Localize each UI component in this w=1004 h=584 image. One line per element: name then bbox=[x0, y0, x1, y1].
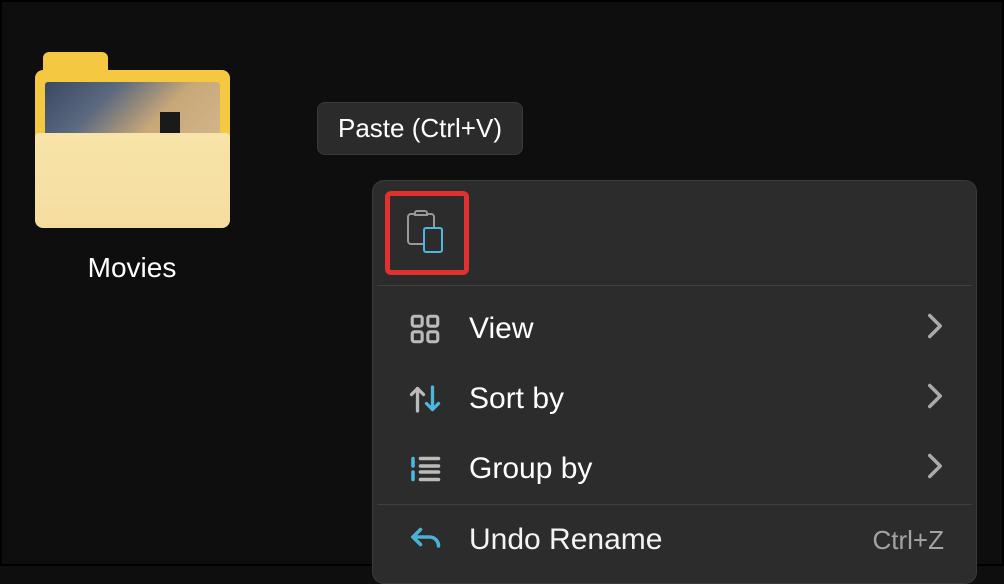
folder-label: Movies bbox=[32, 252, 232, 284]
paste-button[interactable] bbox=[385, 191, 469, 275]
chevron-right-icon bbox=[926, 452, 944, 487]
folder-item[interactable]: Movies bbox=[32, 52, 232, 284]
undo-icon bbox=[405, 521, 445, 559]
sort-icon bbox=[405, 380, 445, 418]
paste-icon bbox=[407, 213, 447, 253]
menu-item-sort-by[interactable]: Sort by bbox=[373, 364, 976, 434]
paste-tooltip: Paste (Ctrl+V) bbox=[317, 102, 523, 155]
tooltip-text: Paste (Ctrl+V) bbox=[338, 113, 502, 143]
menu-item-view[interactable]: View bbox=[373, 294, 976, 364]
quick-actions-bar bbox=[373, 181, 976, 285]
chevron-right-icon bbox=[926, 312, 944, 347]
context-menu: View Sort by bbox=[372, 180, 977, 584]
view-icon bbox=[405, 310, 445, 348]
folder-icon bbox=[35, 52, 230, 232]
menu-item-undo[interactable]: Undo Rename Ctrl+Z bbox=[373, 505, 976, 575]
group-by-icon bbox=[405, 450, 445, 488]
menu-item-shortcut: Ctrl+Z bbox=[873, 525, 945, 556]
menu-item-group-by[interactable]: Group by bbox=[373, 434, 976, 504]
menu-items-container: View Sort by bbox=[373, 286, 976, 583]
menu-item-label: Sort by bbox=[469, 382, 926, 416]
menu-item-label: Group by bbox=[469, 452, 926, 486]
menu-item-label: View bbox=[469, 312, 926, 346]
menu-item-label: Undo Rename bbox=[469, 523, 873, 557]
chevron-right-icon bbox=[926, 382, 944, 417]
